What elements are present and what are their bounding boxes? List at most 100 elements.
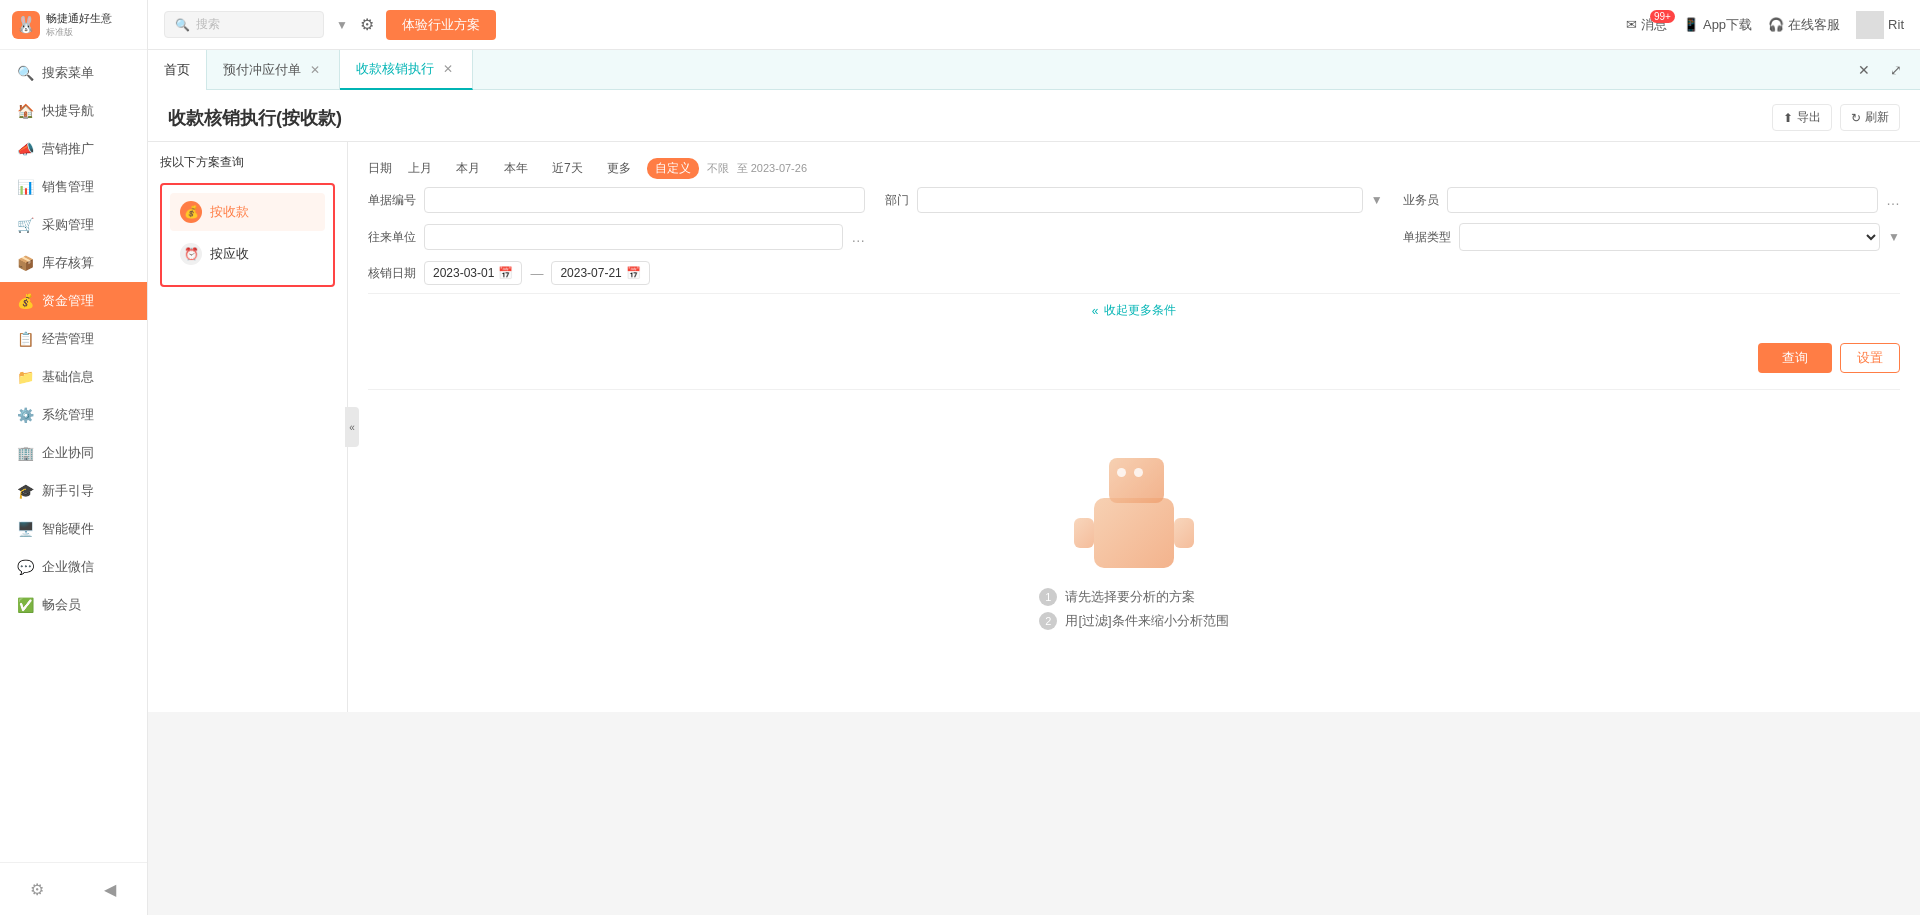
settings-bottom-btn[interactable]: ⚙ [21, 873, 53, 905]
filter-by-receivable[interactable]: ⏰ 按应收 [170, 235, 325, 273]
tab-advance[interactable]: 预付冲应付单 ✕ [207, 50, 340, 90]
date-this-month-btn[interactable]: 本月 [448, 158, 488, 179]
action-row: 查询 设置 [368, 343, 1900, 373]
basics-icon: 📁 [16, 368, 34, 386]
department-dropdown-icon[interactable]: ▼ [1371, 193, 1383, 207]
robot-arm-right [1174, 518, 1194, 548]
marketing-label: 营销推广 [42, 140, 94, 158]
sidebar: 🐰 畅捷通好生意 标准版 🔍 搜索菜单 🏠 快捷导航 📣 营销推广 📊 销售管理… [0, 0, 148, 915]
weixin-icon: 💬 [16, 558, 34, 576]
date-range-end: 至 2023-07-26 [737, 161, 807, 176]
empty-hint-1: 1 请先选择要分析的方案 [1039, 588, 1228, 606]
refresh-icon: ↻ [1851, 111, 1861, 125]
unit-input[interactable] [424, 224, 843, 250]
tabbar-close-all-btn[interactable]: ✕ [1852, 58, 1876, 82]
tab-home[interactable]: 首页 [148, 50, 207, 90]
tab-receipt-offset-close-icon[interactable]: ✕ [440, 61, 456, 77]
export-btn[interactable]: ⬆ 导出 [1772, 104, 1832, 131]
tab-receipt-offset[interactable]: 收款核销执行 ✕ [340, 50, 473, 90]
user-name: Rit [1888, 17, 1904, 32]
tabbar-right: ✕ ⤢ [1852, 58, 1920, 82]
tab-advance-close-icon[interactable]: ✕ [307, 62, 323, 78]
main-area: 🔍 搜索 ▼ ⚙ 体验行业方案 ✉ 消息 99+ 📱 App下载 🎧 在线客服 … [148, 0, 1920, 915]
collapse-left-panel-btn[interactable]: « [345, 407, 359, 447]
refresh-label: 刷新 [1865, 109, 1889, 126]
sidebar-item-enterprise[interactable]: 🏢 企业协同 [0, 434, 147, 472]
tabbar: 首页 预付冲应付单 ✕ 收款核销执行 ✕ ✕ ⤢ [148, 50, 1920, 90]
topbar-search[interactable]: 🔍 搜索 [164, 11, 324, 38]
page-title: 收款核销执行(按收款) [168, 106, 342, 130]
date-last-month-btn[interactable]: 上月 [400, 158, 440, 179]
salesperson-input[interactable] [1447, 187, 1878, 213]
online-service-btn[interactable]: 🎧 在线客服 [1768, 16, 1840, 34]
headset-icon: 🎧 [1768, 17, 1784, 32]
refresh-btn[interactable]: ↻ 刷新 [1840, 104, 1900, 131]
sidebar-item-sales[interactable]: 📊 销售管理 [0, 168, 147, 206]
logo: 🐰 畅捷通好生意 标准版 [0, 0, 147, 50]
date-last-7days-btn[interactable]: 近7天 [544, 158, 591, 179]
tab-home-label: 首页 [164, 61, 190, 79]
topbar-actions: ✉ 消息 99+ 📱 App下载 🎧 在线客服 Rit [1626, 11, 1904, 39]
enterprise-icon: 🏢 [16, 444, 34, 462]
writeoff-end-value: 2023-07-21 [560, 266, 621, 280]
writeoff-date-end-input[interactable]: 2023-07-21 📅 [551, 261, 649, 285]
sidebar-item-inventory[interactable]: 📦 库存核算 [0, 244, 147, 282]
doc-type-select[interactable] [1459, 223, 1880, 251]
collapse-more-btn[interactable]: « 收起更多条件 [368, 293, 1900, 327]
sidebar-item-shortcut[interactable]: 🏠 快捷导航 [0, 92, 147, 130]
search-icon: 🔍 [175, 18, 190, 32]
robot-eye-right [1134, 468, 1143, 477]
search-placeholder: 搜索 [196, 16, 220, 33]
doc-no-input[interactable] [424, 187, 865, 213]
tabbar-expand-btn[interactable]: ⤢ [1884, 58, 1908, 82]
doc-type-row: 单据类型 ▼ [1403, 223, 1900, 251]
guide-label: 新手引导 [42, 482, 94, 500]
sidebar-item-search[interactable]: 🔍 搜索菜单 [0, 54, 147, 92]
system-icon: ⚙️ [16, 406, 34, 424]
finance-label: 资金管理 [42, 292, 94, 310]
settings-button[interactable]: 设置 [1840, 343, 1900, 373]
sales-icon: 📊 [16, 178, 34, 196]
date-this-year-btn[interactable]: 本年 [496, 158, 536, 179]
sidebar-item-finance[interactable]: 💰 资金管理 [0, 282, 147, 320]
user-avatar[interactable]: Rit [1856, 11, 1904, 39]
writeoff-date-label: 核销日期 [368, 265, 416, 282]
filter-grid-2: 往来单位 … 单据类型 ▼ [368, 223, 1900, 251]
sidebar-item-basics[interactable]: 📁 基础信息 [0, 358, 147, 396]
logo-name: 畅捷通好生意 [46, 11, 112, 25]
message-btn[interactable]: ✉ 消息 99+ [1626, 16, 1667, 34]
app-download-btn[interactable]: 📱 App下载 [1683, 16, 1752, 34]
sidebar-item-purchase[interactable]: 🛒 采购管理 [0, 206, 147, 244]
filter-by-receipt[interactable]: 💰 按收款 [170, 193, 325, 231]
collapse-sidebar-btn[interactable]: ◀ [94, 873, 126, 905]
left-panel-title: 按以下方案查询 [160, 154, 335, 171]
query-button[interactable]: 查询 [1758, 343, 1832, 373]
date-filter-row: 日期 上月 本月 本年 近7天 更多 自定义 不限 至 2023-07-26 [368, 158, 1900, 179]
hint-text-1: 请先选择要分析的方案 [1065, 588, 1195, 606]
filter-option-box: 💰 按收款 ⏰ 按应收 [160, 183, 335, 287]
date-more-btn[interactable]: 更多 [599, 158, 639, 179]
sidebar-item-marketing[interactable]: 📣 营销推广 [0, 130, 147, 168]
salesperson-dots-icon[interactable]: … [1886, 192, 1900, 208]
sidebar-item-hardware[interactable]: 🖥️ 智能硬件 [0, 510, 147, 548]
robot-arm-left [1074, 518, 1094, 548]
sidebar-item-weixin[interactable]: 💬 企业微信 [0, 548, 147, 586]
sales-label: 销售管理 [42, 178, 94, 196]
sidebar-item-operations[interactable]: 📋 经营管理 [0, 320, 147, 358]
doc-type-dropdown-icon[interactable]: ▼ [1888, 230, 1900, 244]
logo-text-wrap: 畅捷通好生意 标准版 [40, 11, 112, 39]
marketing-icon: 📣 [16, 140, 34, 158]
member-label: 畅会员 [42, 596, 81, 614]
sidebar-item-guide[interactable]: 🎓 新手引导 [0, 472, 147, 510]
unit-dots-icon[interactable]: … [851, 229, 865, 245]
robot-eye-left [1117, 468, 1126, 477]
inventory-label: 库存核算 [42, 254, 94, 272]
writeoff-date-start-input[interactable]: 2023-03-01 📅 [424, 261, 522, 285]
date-custom-btn[interactable]: 自定义 [647, 158, 699, 179]
sidebar-item-member[interactable]: ✅ 畅会员 [0, 586, 147, 624]
solution-button[interactable]: 体验行业方案 [386, 10, 496, 40]
department-input[interactable] [917, 187, 1362, 213]
online-service-label: 在线客服 [1788, 16, 1840, 34]
gear-icon[interactable]: ⚙ [360, 15, 374, 34]
sidebar-item-system[interactable]: ⚙️ 系统管理 [0, 396, 147, 434]
